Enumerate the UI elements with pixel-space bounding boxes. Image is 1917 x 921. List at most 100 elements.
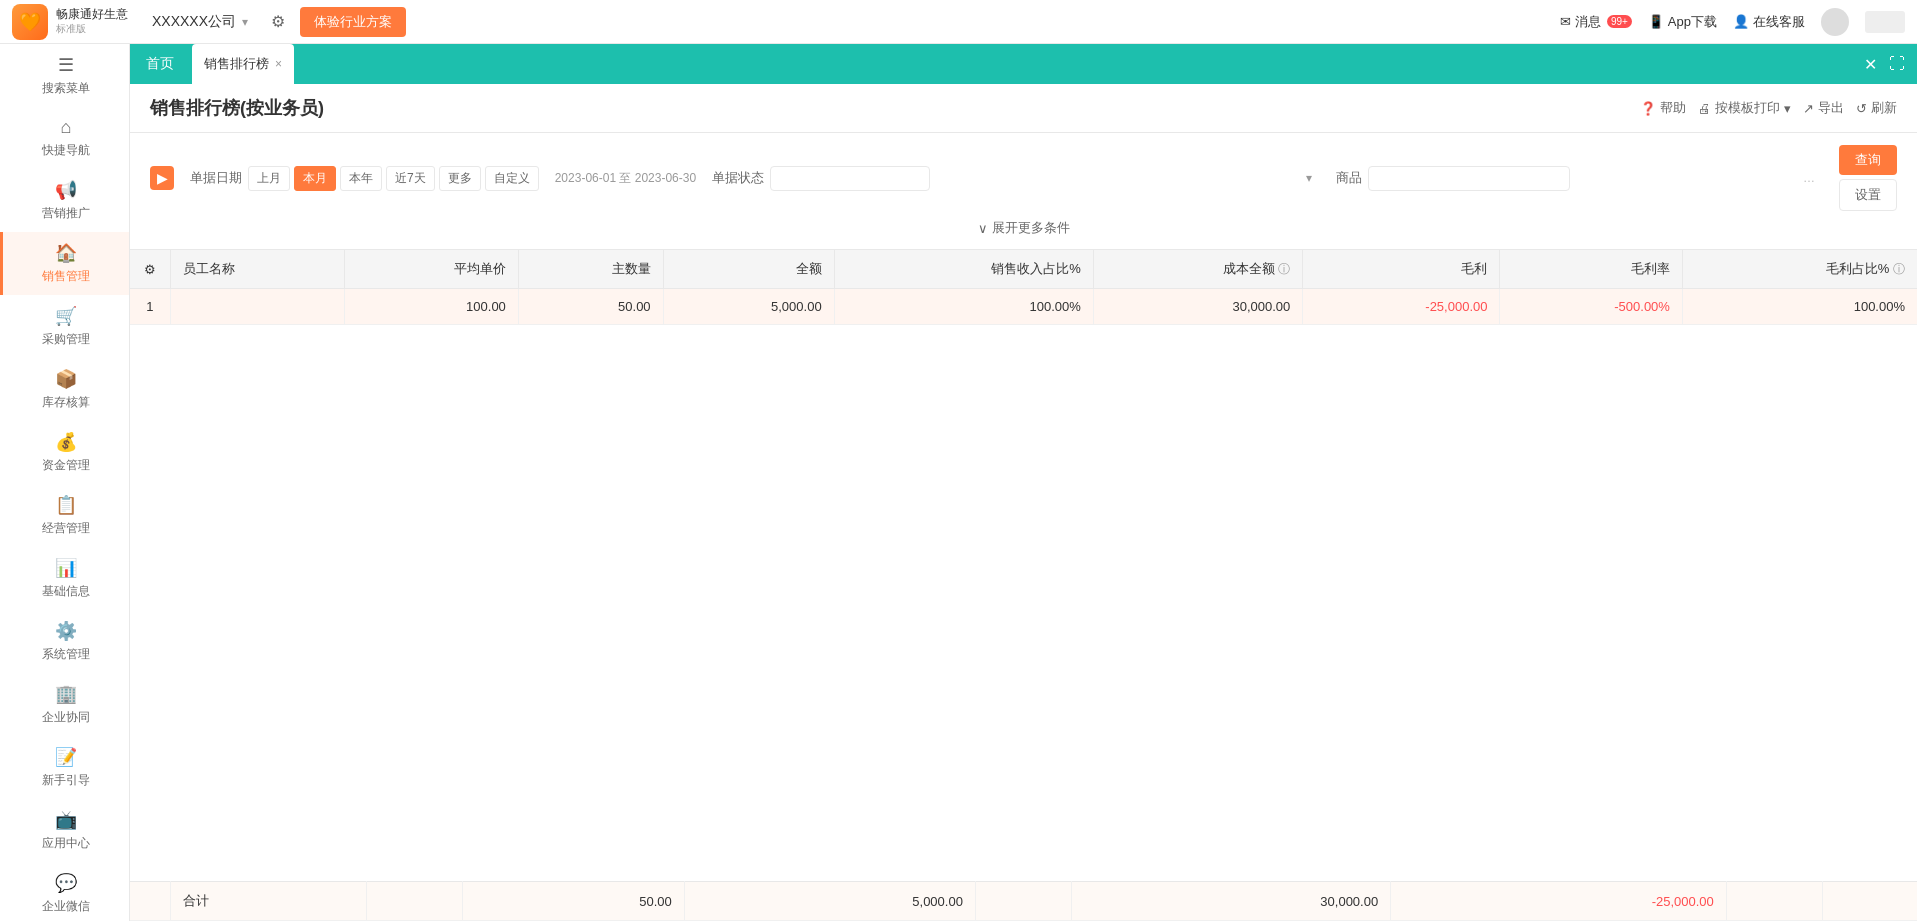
cell-gross-rate: -500.00% xyxy=(1500,289,1682,325)
tab-minimize-button[interactable]: ✕ xyxy=(1860,51,1881,78)
inventory-icon: 📦 xyxy=(55,368,77,390)
export-button[interactable]: ↗ 导出 xyxy=(1803,99,1844,117)
date-btn-last-month[interactable]: 上月 xyxy=(248,166,290,191)
sidebar-item-finance[interactable]: 💰 资金管理 xyxy=(0,421,129,484)
cell-gross: -25,000.00 xyxy=(1303,289,1500,325)
sidebar-item-label: 搜索菜单 xyxy=(42,80,90,97)
sidebar: ☰ 搜索菜单 ⌂ 快捷导航 📢 营销推广 🏠 销售管理 🛒 采购管理 📦 库存核… xyxy=(0,44,130,921)
filter-settings-button[interactable]: 设置 xyxy=(1839,179,1897,211)
goods-input[interactable] xyxy=(1368,166,1570,191)
message-button[interactable]: ✉ 消息 99+ xyxy=(1560,13,1632,31)
th-amount: 全额 xyxy=(663,250,834,289)
sidebar-item-operations[interactable]: 📋 经营管理 xyxy=(0,484,129,547)
corp-collab-icon: 🏢 xyxy=(55,683,77,705)
th-sales-pct: 销售收入占比% xyxy=(834,250,1093,289)
footer-cell-gross-rate xyxy=(1726,882,1822,921)
column-settings-icon[interactable]: ⚙ xyxy=(144,262,156,277)
app-download-button[interactable]: 📱 App下载 xyxy=(1648,13,1717,31)
purchase-icon: 🛒 xyxy=(55,305,77,327)
tab-home[interactable]: 首页 xyxy=(130,44,190,84)
app-logo-icon: 🧡 xyxy=(12,4,48,40)
system-icon: ⚙️ xyxy=(55,620,77,642)
date-btn-7days[interactable]: 近7天 xyxy=(386,166,435,191)
th-main-qty: 主数量 xyxy=(518,250,663,289)
goods-filter-label: 商品 xyxy=(1336,169,1362,187)
sidebar-item-sales[interactable]: 🏠 销售管理 xyxy=(0,232,129,295)
gross-pct-info-icon[interactable]: ⓘ xyxy=(1893,262,1905,276)
sales-ranking-table: ⚙ 员工名称 平均单价 主数量 xyxy=(130,250,1917,325)
message-icon: ✉ xyxy=(1560,14,1571,29)
footer-cell-gross: -25,000.00 xyxy=(1391,882,1727,921)
cell-main-qty: 50.00 xyxy=(518,289,663,325)
query-button[interactable]: 查询 xyxy=(1839,145,1897,175)
date-btn-this-month[interactable]: 本月 xyxy=(294,166,336,191)
download-icon: 📱 xyxy=(1648,14,1664,29)
tab-close-button[interactable]: × xyxy=(275,57,282,71)
sidebar-item-label: 企业微信 xyxy=(42,898,90,915)
footer-cell-label: 合计 xyxy=(170,882,366,921)
page-header: 销售排行榜(按业务员) ❓ 帮助 🖨 按模板打印 ▾ ↗ 导出 xyxy=(130,84,1917,133)
export-icon: ↗ xyxy=(1803,101,1814,116)
experience-button[interactable]: 体验行业方案 xyxy=(300,7,406,37)
message-label: 消息 xyxy=(1575,13,1601,31)
online-service-label: 在线客服 xyxy=(1753,13,1805,31)
sidebar-item-corp-collab[interactable]: 🏢 企业协同 xyxy=(0,673,129,736)
th-gross-pct: 毛利占比% ⓘ xyxy=(1682,250,1917,289)
sidebar-item-search-order[interactable]: ☰ 搜索菜单 xyxy=(0,44,129,107)
sidebar-item-label: 采购管理 xyxy=(42,331,90,348)
cell-amount: 5,000.00 xyxy=(663,289,834,325)
table-area: ⚙ 员工名称 平均单价 主数量 xyxy=(130,250,1917,921)
th-gross: 毛利 xyxy=(1303,250,1500,289)
status-select[interactable] xyxy=(770,166,930,191)
company-name: XXXXXX公司 xyxy=(152,13,236,31)
table-body: 1 100.00 50.00 5,000.00 100.00% 30,000.0… xyxy=(130,289,1917,325)
goods-more-icon: … xyxy=(1803,171,1815,185)
operations-icon: 📋 xyxy=(55,494,77,516)
online-service-button[interactable]: 👤 在线客服 xyxy=(1733,13,1805,31)
page-title: 销售排行榜(按业务员) xyxy=(150,96,324,120)
filter-expand-button[interactable]: ▶ xyxy=(150,166,174,190)
filter-area: ▶ 单据日期 上月 本月 本年 近7天 更多 自定义 2023 xyxy=(130,133,1917,250)
avatar[interactable] xyxy=(1821,8,1849,36)
sidebar-item-label: 快捷导航 xyxy=(42,142,90,159)
date-btn-custom[interactable]: 自定义 xyxy=(485,166,539,191)
sidebar-item-purchase[interactable]: 🛒 采购管理 xyxy=(0,295,129,358)
refresh-icon: ↺ xyxy=(1856,101,1867,116)
sidebar-item-guide[interactable]: 📝 新手引导 xyxy=(0,736,129,799)
help-button[interactable]: ❓ 帮助 xyxy=(1640,99,1686,117)
table-header-row: ⚙ 员工名称 平均单价 主数量 xyxy=(130,250,1917,289)
date-btn-this-year[interactable]: 本年 xyxy=(340,166,382,191)
goods-filter: 商品 … xyxy=(1336,166,1823,191)
app-download-label: App下载 xyxy=(1668,13,1717,31)
sidebar-item-label: 经营管理 xyxy=(42,520,90,537)
date-btn-group: 上月 本月 本年 近7天 更多 自定义 xyxy=(248,166,539,191)
tab-bar-actions: ✕ ⛶ xyxy=(1860,51,1917,78)
goods-input-wrap: … xyxy=(1368,166,1823,191)
settings-gear-button[interactable]: ⚙ xyxy=(264,8,292,36)
sales-icon: 🏠 xyxy=(55,242,77,264)
refresh-button[interactable]: ↺ 刷新 xyxy=(1856,99,1897,117)
table-row: 1 100.00 50.00 5,000.00 100.00% 30,000.0… xyxy=(130,289,1917,325)
sidebar-item-app-center[interactable]: 📺 应用中心 xyxy=(0,799,129,862)
date-btn-more[interactable]: 更多 xyxy=(439,166,481,191)
template-print-button[interactable]: 🖨 按模板打印 ▾ xyxy=(1698,99,1791,117)
app-sub: 标准版 xyxy=(56,22,128,36)
quick-nav-icon: ⌂ xyxy=(61,117,72,138)
cell-cost: 30,000.00 xyxy=(1093,289,1303,325)
sidebar-item-inventory[interactable]: 📦 库存核算 xyxy=(0,358,129,421)
message-badge: 99+ xyxy=(1607,15,1632,28)
sidebar-item-label: 新手引导 xyxy=(42,772,90,789)
company-selector[interactable]: XXXXXX公司 ▾ xyxy=(144,9,256,35)
sidebar-item-marketing[interactable]: 📢 营销推广 xyxy=(0,169,129,232)
tab-sales-ranking[interactable]: 销售排行榜 × xyxy=(192,44,294,84)
cost-info-icon[interactable]: ⓘ xyxy=(1278,262,1290,276)
tab-fullscreen-button[interactable]: ⛶ xyxy=(1885,51,1909,77)
expand-more-row: ∨ 展开更多条件 xyxy=(150,219,1897,237)
sidebar-item-system[interactable]: ⚙️ 系统管理 xyxy=(0,610,129,673)
sidebar-item-quick-nav[interactable]: ⌂ 快捷导航 xyxy=(0,107,129,169)
sidebar-item-label: 应用中心 xyxy=(42,835,90,852)
sidebar-item-base-info[interactable]: 📊 基础信息 xyxy=(0,547,129,610)
expand-more-button[interactable]: ∨ 展开更多条件 xyxy=(978,219,1070,237)
footer-cell-empty1 xyxy=(130,882,170,921)
sidebar-item-corp-wechat[interactable]: 💬 企业微信 xyxy=(0,862,129,921)
